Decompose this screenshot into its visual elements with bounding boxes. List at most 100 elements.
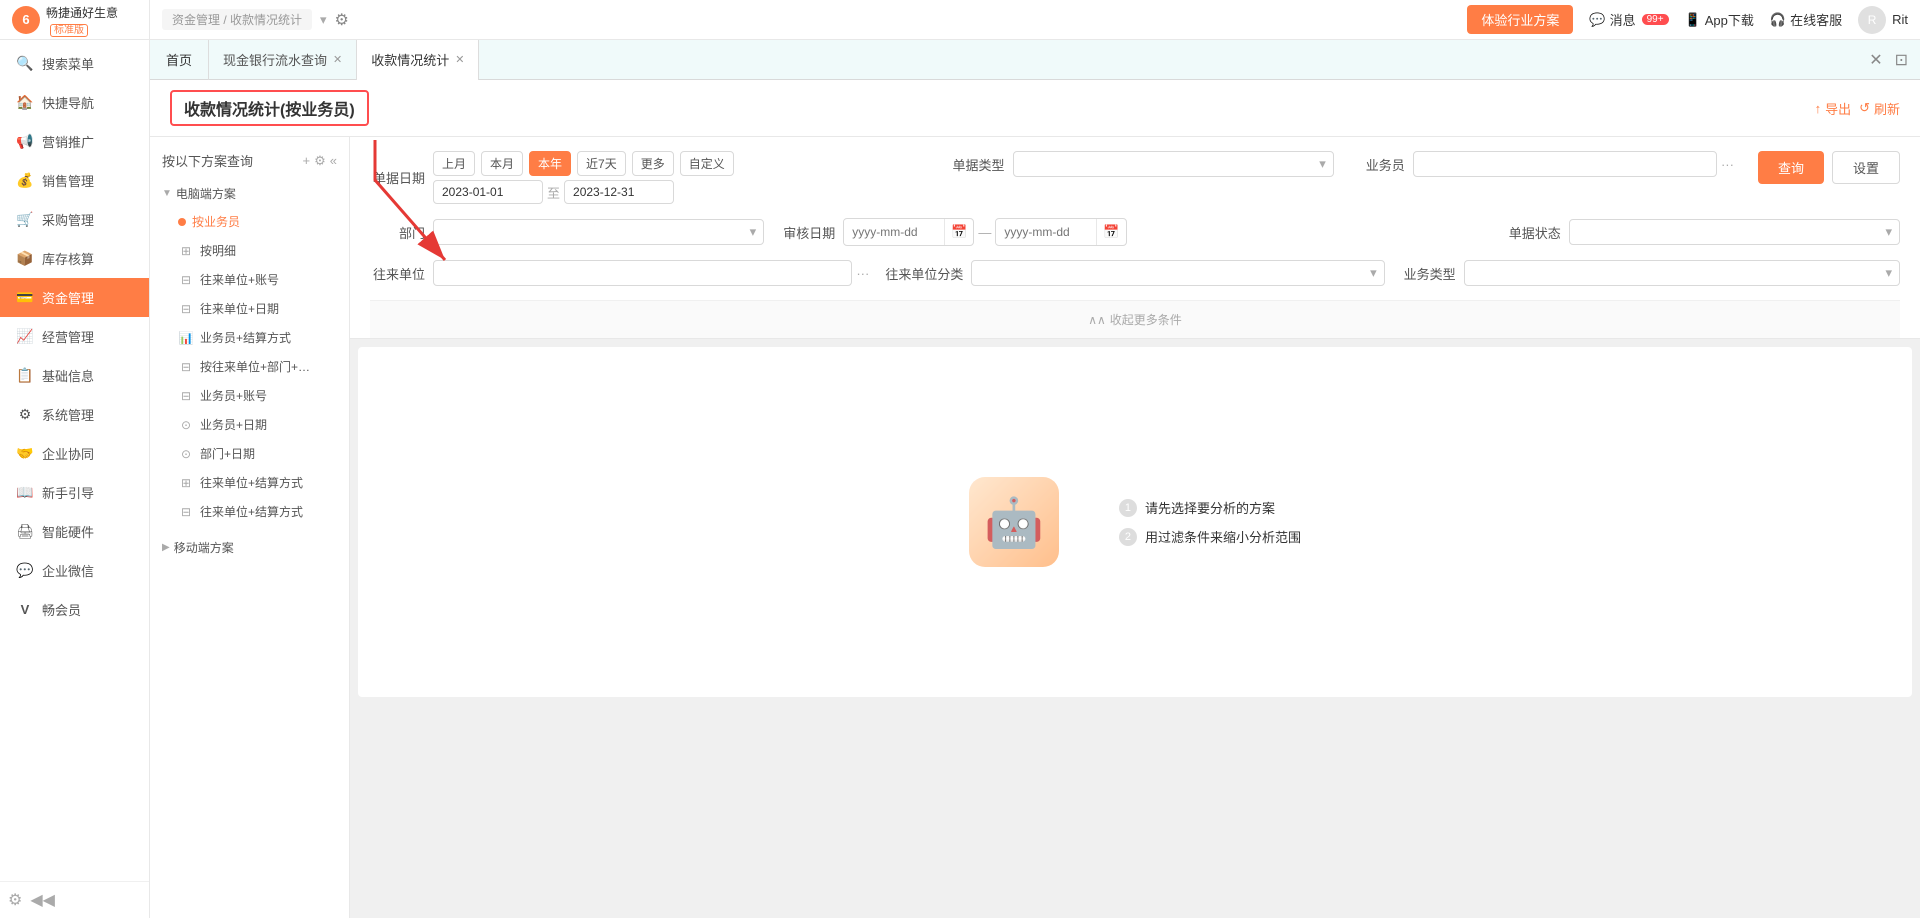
review-date-to-cal-icon[interactable]: 📅 [1096, 219, 1125, 245]
export-button[interactable]: ↑ 导出 [1815, 99, 1852, 118]
sidebar-item-finance[interactable]: 💳 资金管理 [0, 278, 149, 317]
scheme-item-by-salesperson[interactable]: 按业务员 [150, 207, 349, 236]
scheme-item-salesperson-account[interactable]: ⊟ 业务员+账号 [150, 381, 349, 410]
scheme-item-label: 往来单位+结算方式 [200, 503, 303, 520]
sidebar-item-label: 基础信息 [42, 366, 94, 385]
wechat-icon: 💬 [16, 562, 34, 580]
counterpart-input[interactable] [433, 260, 852, 286]
marketing-icon: 📢 [16, 133, 34, 151]
date-btn-last-7-days[interactable]: 近7天 [577, 151, 626, 176]
sidebar-item-inventory[interactable]: 📦 库存核算 [0, 239, 149, 278]
close-collection-stat-icon[interactable]: ✕ [455, 53, 464, 66]
dept-select[interactable] [433, 219, 764, 245]
salesperson-input[interactable] [1413, 151, 1717, 177]
sidebar-item-search-menu[interactable]: 🔍 搜索菜单 [0, 44, 149, 83]
settings-bottom-icon[interactable]: ⚙ [8, 890, 22, 910]
sidebar-item-enterprise[interactable]: 🤝 企业协同 [0, 434, 149, 473]
empty-state-card: 🤖 1 请先选择要分析的方案 2 [358, 347, 1912, 697]
scheme-item-by-counterpart-dept[interactable]: ⊟ 按往来单位+部门+收... [150, 352, 349, 381]
scheme-item-dept-date[interactable]: ⊙ 部门+日期 [150, 439, 349, 468]
tab-collection-stat[interactable]: 收款情况统计 ✕ [357, 40, 479, 80]
sales-icon: 💰 [16, 172, 34, 190]
guide-icon: 📖 [16, 484, 34, 502]
salesperson-label: 业务员 [1350, 155, 1405, 174]
tab-bank-flow[interactable]: 现金银行流水查询 ✕ [209, 40, 357, 80]
messages-label: 消息 [1610, 10, 1636, 29]
scheme-add-icon[interactable]: + [303, 153, 311, 168]
detail-icon: ⊞ [178, 243, 194, 259]
refresh-button[interactable]: ↺ 刷新 [1859, 99, 1900, 118]
review-date-to-input[interactable] [996, 220, 1096, 244]
scheme-collapse-icon[interactable]: « [330, 153, 337, 168]
user-name: Rit [1892, 12, 1908, 27]
sidebar-item-hardware[interactable]: 🖨 智能硬件 [0, 512, 149, 551]
scheme-item-label: 按业务员 [192, 213, 240, 230]
sidebar-item-purchase[interactable]: 🛒 采购管理 [0, 200, 149, 239]
date-to-input[interactable] [564, 180, 674, 204]
quick-nav-icon: 🏠 [16, 94, 34, 112]
scheme-item-salesperson-settlement[interactable]: 📊 业务员+结算方式 [150, 323, 349, 352]
doc-type-select[interactable] [1013, 151, 1334, 177]
close-bank-flow-icon[interactable]: ✕ [333, 53, 342, 66]
scheme-item-by-detail[interactable]: ⊞ 按明细 [150, 236, 349, 265]
salesperson-date-icon: ⊙ [178, 417, 194, 433]
inventory-icon: 📦 [16, 250, 34, 268]
sidebar-item-system[interactable]: ⚙ 系统管理 [0, 395, 149, 434]
tab-bar: 首页 现金银行流水查询 ✕ 收款情况统计 ✕ ✕ ⊡ [150, 40, 1920, 80]
biz-type-select[interactable] [1464, 260, 1900, 286]
scheme-desktop-toggle[interactable]: ▼ 电脑端方案 [150, 180, 349, 207]
scheme-item-counterpart-date[interactable]: ⊟ 往来单位+日期 [150, 294, 349, 323]
collapse-filter-bar[interactable]: ∧∧ 收起更多条件 [370, 300, 1900, 338]
tab-collection-stat-label: 收款情况统计 [371, 50, 449, 69]
counterpart-category-select[interactable] [971, 260, 1384, 286]
scheme-settings-icon[interactable]: ⚙ [314, 153, 326, 169]
sidebar-item-basic-info[interactable]: 📋 基础信息 [0, 356, 149, 395]
salesperson-account-icon: ⊟ [178, 388, 194, 404]
scheme-mobile-toggle[interactable]: ▶ 移动端方案 [150, 534, 349, 561]
date-btn-this-month[interactable]: 本月 [481, 151, 523, 176]
page-header: 收款情况统计(按业务员) ↑ 导出 ↺ 刷新 [150, 80, 1920, 137]
active-indicator [178, 218, 186, 226]
tab-home[interactable]: 首页 [150, 40, 209, 80]
maximize-icon[interactable]: ⊡ [1891, 46, 1912, 74]
settings-icon[interactable]: ⚙ [335, 10, 349, 30]
review-date-separator: — [978, 225, 991, 240]
review-date-from-cal-icon[interactable]: 📅 [944, 219, 973, 245]
sidebar-item-quick-nav[interactable]: 🏠 快捷导航 [0, 83, 149, 122]
date-btn-this-year[interactable]: 本年 [529, 151, 571, 176]
trial-button[interactable]: 体验行业方案 [1467, 5, 1573, 34]
sidebar-item-marketing[interactable]: 📢 营销推广 [0, 122, 149, 161]
dropdown-icon[interactable]: ▾ [320, 12, 327, 28]
messages-button[interactable]: 💬 消息 99+ [1589, 10, 1668, 29]
app-download-button[interactable]: 📱 App下载 [1685, 10, 1754, 29]
sidebar-item-wechat[interactable]: 💬 企业微信 [0, 551, 149, 590]
online-service-button[interactable]: 🎧 在线客服 [1770, 10, 1842, 29]
date-btn-last-month[interactable]: 上月 [433, 151, 475, 176]
sidebar-item-member[interactable]: V 畅会员 [0, 590, 149, 629]
user-avatar[interactable]: R Rit [1858, 6, 1908, 34]
review-date-from-input[interactable] [844, 220, 944, 244]
query-button[interactable]: 查询 [1758, 151, 1824, 184]
collapse-sidebar-icon[interactable]: ◀◀ [30, 890, 55, 910]
scheme-item-salesperson-date[interactable]: ⊙ 业务员+日期 [150, 410, 349, 439]
scheme-item-label: 按明细 [200, 242, 236, 259]
doc-status-select[interactable] [1569, 219, 1900, 245]
sidebar-item-label: 营销推广 [42, 132, 94, 151]
sidebar-item-guide[interactable]: 📖 新手引导 [0, 473, 149, 512]
scheme-item-label: 往来单位+结算方式 [200, 474, 303, 491]
sidebar-item-label: 销售管理 [42, 171, 94, 190]
sidebar-item-sales[interactable]: 💰 销售管理 [0, 161, 149, 200]
date-from-input[interactable] [433, 180, 543, 204]
scheme-item-counterpart-settlement1[interactable]: ⊞ 往来单位+结算方式 [150, 468, 349, 497]
scheme-item-counterpart-settlement2[interactable]: ⊟ 往来单位+结算方式 [150, 497, 349, 526]
close-all-tabs-icon[interactable]: ✕ [1865, 46, 1886, 74]
date-btn-custom[interactable]: 自定义 [680, 151, 734, 176]
sidebar-item-label: 企业协同 [42, 444, 94, 463]
settings-button[interactable]: 设置 [1832, 151, 1900, 184]
salesperson-more-icon[interactable]: ··· [1721, 157, 1734, 172]
date-btn-more[interactable]: 更多 [632, 151, 674, 176]
scheme-item-counterpart-account[interactable]: ⊟ 往来单位+账号 [150, 265, 349, 294]
sidebar-item-operations[interactable]: 📈 经营管理 [0, 317, 149, 356]
counterpart-more-icon[interactable]: ··· [856, 266, 869, 281]
search-menu-icon: 🔍 [16, 55, 34, 73]
